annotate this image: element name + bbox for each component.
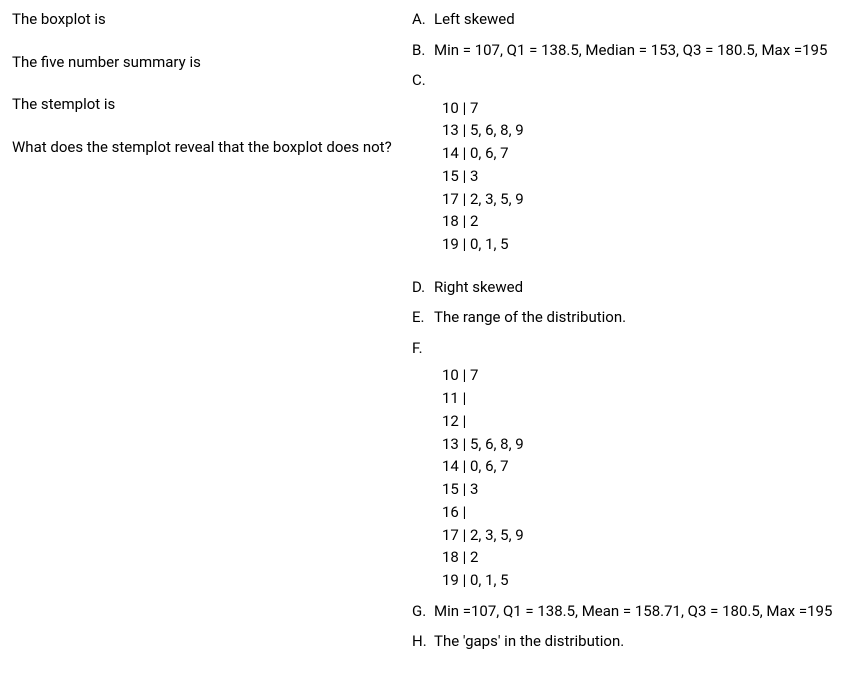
stemplot-row: 11 | bbox=[442, 388, 854, 410]
answer-text: Min =107, Q1 = 138.5, Mean = 158.71, Q3 … bbox=[434, 600, 854, 623]
answer-g: G. Min =107, Q1 = 138.5, Mean = 158.71, … bbox=[412, 600, 854, 623]
answer-letter: G. bbox=[412, 600, 434, 623]
answer-a: A. Left skewed bbox=[412, 8, 854, 31]
stemplot-row: 18 | 2 bbox=[442, 211, 854, 233]
answers-column: A. Left skewed B. Min = 107, Q1 = 138.5,… bbox=[412, 8, 854, 661]
answer-text: The range of the distribution. bbox=[434, 306, 854, 329]
answer-f: F. 10 | 7 11 | 12 | 13 | 5, 6, 8, 9 14 |… bbox=[412, 337, 854, 592]
stemplot-row: 14 | 0, 6, 7 bbox=[442, 143, 854, 165]
answer-letter: C. bbox=[412, 69, 434, 92]
stemplot-row: 17 | 2, 3, 5, 9 bbox=[442, 525, 854, 547]
stemplot-c: 10 | 7 13 | 5, 6, 8, 9 14 | 0, 6, 7 15 |… bbox=[442, 98, 854, 256]
stemplot-row: 19 | 0, 1, 5 bbox=[442, 234, 854, 256]
question-3: The stemplot is bbox=[12, 93, 412, 116]
answer-b: B. Min = 107, Q1 = 138.5, Median = 153, … bbox=[412, 39, 854, 62]
answer-letter: B. bbox=[412, 39, 434, 62]
stemplot-row: 15 | 3 bbox=[442, 479, 854, 501]
answer-letter: F. bbox=[412, 337, 434, 360]
answer-letter: A. bbox=[412, 8, 434, 31]
question-4: What does the stemplot reveal that the b… bbox=[12, 136, 412, 159]
answer-text: Min = 107, Q1 = 138.5, Median = 153, Q3 … bbox=[434, 39, 854, 62]
question-1: The boxplot is bbox=[12, 8, 412, 31]
answer-c: C. 10 | 7 13 | 5, 6, 8, 9 14 | 0, 6, 7 1… bbox=[412, 69, 854, 256]
questions-column: The boxplot is The five number summary i… bbox=[12, 8, 412, 661]
answer-letter: H. bbox=[412, 630, 434, 653]
answer-letter: E. bbox=[412, 306, 434, 329]
answer-text: The 'gaps' in the distribution. bbox=[434, 630, 854, 653]
stemplot-row: 14 | 0, 6, 7 bbox=[442, 456, 854, 478]
answer-d: D. Right skewed bbox=[412, 276, 854, 299]
stemplot-row: 17 | 2, 3, 5, 9 bbox=[442, 189, 854, 211]
answer-e: E. The range of the distribution. bbox=[412, 306, 854, 329]
answer-text: Left skewed bbox=[434, 8, 854, 31]
stemplot-row: 19 | 0, 1, 5 bbox=[442, 570, 854, 592]
matching-question-container: The boxplot is The five number summary i… bbox=[12, 8, 854, 661]
answer-h: H. The 'gaps' in the distribution. bbox=[412, 630, 854, 653]
stemplot-row: 18 | 2 bbox=[442, 547, 854, 569]
stemplot-row: 13 | 5, 6, 8, 9 bbox=[442, 434, 854, 456]
stemplot-row: 12 | bbox=[442, 411, 854, 433]
stemplot-row: 10 | 7 bbox=[442, 98, 854, 120]
answer-text: Right skewed bbox=[434, 276, 854, 299]
answer-letter: D. bbox=[412, 276, 434, 299]
question-2: The five number summary is bbox=[12, 51, 412, 74]
stemplot-row: 15 | 3 bbox=[442, 166, 854, 188]
stemplot-f: 10 | 7 11 | 12 | 13 | 5, 6, 8, 9 14 | 0,… bbox=[442, 365, 854, 592]
stemplot-row: 16 | bbox=[442, 502, 854, 524]
stemplot-row: 13 | 5, 6, 8, 9 bbox=[442, 120, 854, 142]
stemplot-row: 10 | 7 bbox=[442, 365, 854, 387]
